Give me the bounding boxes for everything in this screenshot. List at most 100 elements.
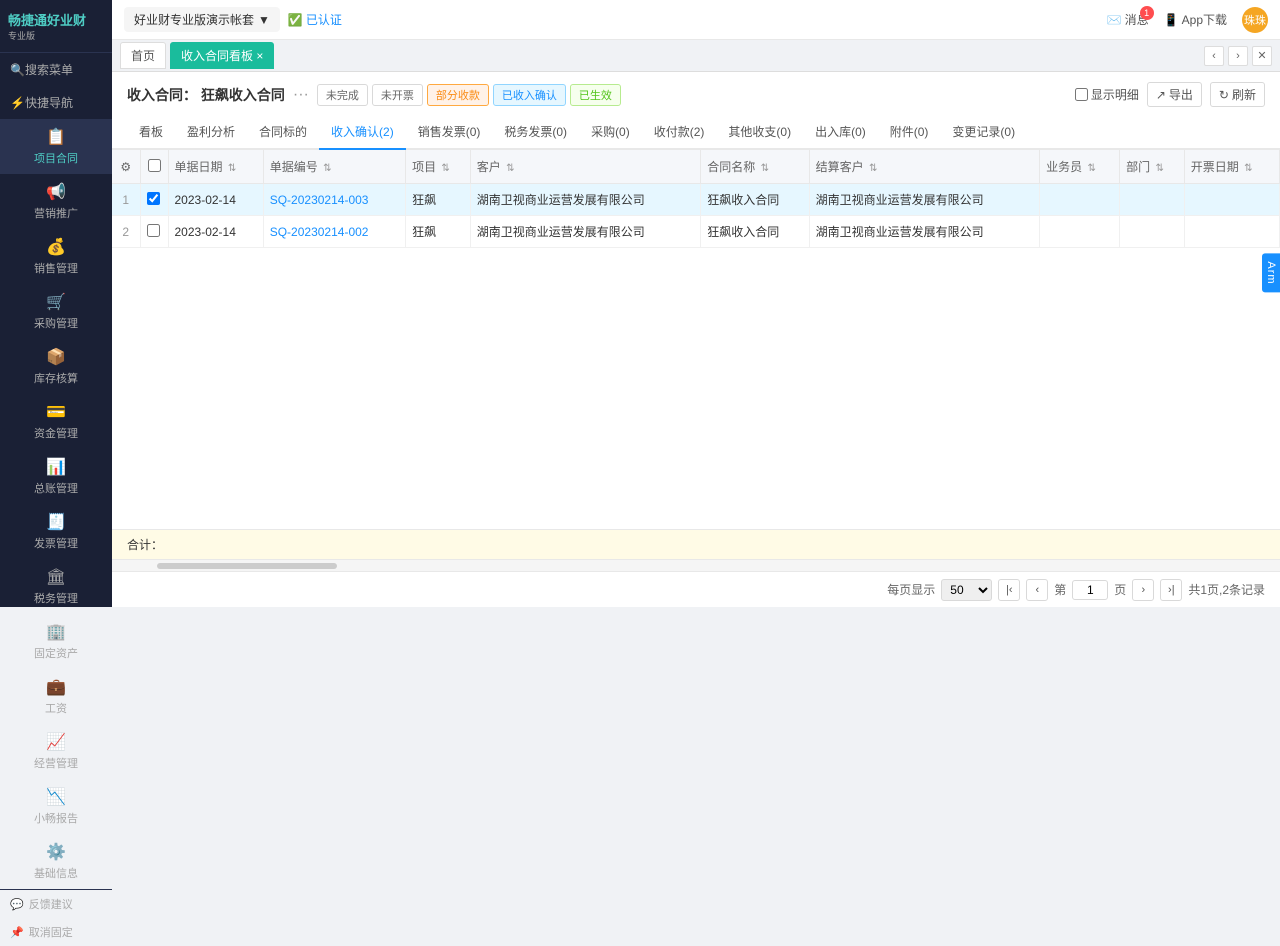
status-effective[interactable]: 已生效 <box>570 84 621 106</box>
row-project-1: 狂飙 <box>406 184 471 216</box>
sub-tab-tax-invoice[interactable]: 税务发票(0) <box>492 115 579 150</box>
company-selector[interactable]: 好业财专业版演示帐套 ▼ <box>124 7 280 32</box>
sidebar-item-marketing[interactable]: 📢 营销推广 <box>0 174 112 229</box>
th-customer: 客户 ⇅ <box>470 150 701 184</box>
sidebar-item-management[interactable]: 📈 经营管理 <box>0 724 112 779</box>
row-dept-1 <box>1120 184 1185 216</box>
th-project: 项目 ⇅ <box>406 150 471 184</box>
table-row[interactable]: 1 2023-02-14 SQ-20230214-003 狂飙 湖南卫视商业运营… <box>112 184 1280 216</box>
right-float-button[interactable]: Arm <box>1262 254 1280 293</box>
bill-no-link-2[interactable]: SQ-20230214-002 <box>270 225 369 239</box>
sub-tab-subject[interactable]: 合同标的 <box>247 115 319 150</box>
tab-close-btn[interactable]: ✕ <box>1252 46 1272 66</box>
refresh-icon: ↻ <box>1219 88 1229 102</box>
pagination: 每页显示 50 100 200 |‹ ‹ 第 1 页 › ›| 共1页,2条记录 <box>112 571 1280 607</box>
logo-sub: 专业版 <box>8 29 86 42</box>
sort-salesperson-icon[interactable]: ⇅ <box>1088 163 1096 174</box>
sidebar-item-tax[interactable]: 🏛 税务管理 <box>0 559 112 614</box>
sub-tab-attachment[interactable]: 附件(0) <box>878 115 941 150</box>
content-area: 收入合同： 狂飙收入合同 ··· 未完成 未开票 部分收款 已收入确认 已生效 … <box>112 72 1280 607</box>
project-contract-icon: 📋 <box>46 127 66 147</box>
sidebar-item-inventory[interactable]: 📦 库存核算 <box>0 339 112 394</box>
sidebar-item-report[interactable]: 📉 小畅报告 <box>0 779 112 834</box>
row-settlement-1: 湖南卫视商业运营发展有限公司 <box>809 184 1040 216</box>
bill-no-link-1[interactable]: SQ-20230214-003 <box>270 193 369 207</box>
sort-dept-icon[interactable]: ⇅ <box>1155 163 1163 174</box>
sub-tab-warehouse[interactable]: 出入库(0) <box>803 115 878 150</box>
sub-tab-change-log[interactable]: 变更记录(0) <box>940 115 1027 150</box>
export-btn[interactable]: ↗ 导出 <box>1147 82 1202 107</box>
message-icon: ✉️ <box>1107 13 1122 27</box>
show-detail-checkbox[interactable] <box>1075 88 1088 101</box>
prev-page-btn[interactable]: ‹ <box>1026 579 1048 601</box>
message-btn[interactable]: ✉️ 消息 1 <box>1107 11 1149 28</box>
sidebar-item-purchase[interactable]: 🛒 采购管理 <box>0 284 112 339</box>
sub-tab-profit[interactable]: 盈利分析 <box>175 115 247 150</box>
sidebar-quick-nav[interactable]: ⚡ 快捷导航 <box>0 86 112 119</box>
sub-tab-sales-invoice[interactable]: 销售发票(0) <box>406 115 493 150</box>
sidebar-item-basic-info[interactable]: ⚙️ 基础信息 <box>0 834 112 889</box>
sidebar-unpin[interactable]: 📌 取消固定 <box>0 918 112 946</box>
row-checkbox-2[interactable] <box>147 224 160 237</box>
status-partial-payment[interactable]: 部分收款 <box>427 84 489 106</box>
current-page-input[interactable]: 1 <box>1072 580 1108 600</box>
sidebar-item-sales[interactable]: 💰 销售管理 <box>0 229 112 284</box>
refresh-btn[interactable]: ↻ 刷新 <box>1210 82 1265 107</box>
first-page-btn[interactable]: |‹ <box>998 579 1020 601</box>
sidebar-item-payroll[interactable]: 💼 工资 <box>0 669 112 724</box>
horizontal-scrollbar[interactable] <box>157 563 337 569</box>
sub-tab-other[interactable]: 其他收支(0) <box>716 115 803 150</box>
show-detail-checkbox-label[interactable]: 显示明细 <box>1075 86 1139 103</box>
sub-tab-purchase[interactable]: 采购(0) <box>579 115 642 150</box>
sidebar-item-fixed-assets[interactable]: 🏢 固定资产 <box>0 614 112 669</box>
main-content: 好业财专业版演示帐套 ▼ ✅ 已认证 ✉️ 消息 1 📱 App下载 珠珠 <box>112 0 1280 607</box>
page-title-area: 收入合同： 狂飙收入合同 ··· 未完成 未开票 部分收款 已收入确认 已生效 <box>127 84 621 106</box>
sidebar-feedback[interactable]: 💬 反馈建议 <box>0 890 112 918</box>
sub-tab-dashboard[interactable]: 看板 <box>127 115 175 150</box>
row-checkbox-1[interactable] <box>147 192 160 205</box>
tab-next-btn[interactable]: › <box>1228 46 1248 66</box>
status-uninvoiced[interactable]: 未开票 <box>372 84 423 106</box>
th-salesperson: 业务员 ⇅ <box>1040 150 1120 184</box>
page-label: 第 <box>1054 581 1066 598</box>
sort-billno-icon[interactable]: ⇅ <box>323 163 331 174</box>
phone-icon: 📱 <box>1164 13 1179 27</box>
sub-tab-payment[interactable]: 收付款(2) <box>642 115 717 150</box>
app-download-btn[interactable]: 📱 App下载 <box>1164 11 1227 28</box>
th-date: 单据日期 ⇅ <box>168 150 263 184</box>
sidebar-search[interactable]: 🔍 搜索菜单 <box>0 53 112 86</box>
row-billno-2: SQ-20230214-002 <box>263 216 405 248</box>
message-badge: 1 <box>1140 6 1154 20</box>
sort-project-icon[interactable]: ⇅ <box>441 163 449 174</box>
table-row[interactable]: 2 2023-02-14 SQ-20230214-002 狂飙 湖南卫视商业运营… <box>112 216 1280 248</box>
tab-home[interactable]: 首页 <box>120 42 166 69</box>
more-options-btn[interactable]: ··· <box>293 86 309 104</box>
sort-date-icon[interactable]: ⇅ <box>228 163 236 174</box>
scroll-bar-area[interactable] <box>112 559 1280 571</box>
status-confirmed[interactable]: 已收入确认 <box>493 84 566 106</box>
payroll-icon: 💼 <box>46 677 66 697</box>
sidebar-item-funds[interactable]: 💳 资金管理 <box>0 394 112 449</box>
sort-settlement-icon[interactable]: ⇅ <box>869 163 877 174</box>
column-settings-icon[interactable]: ⚙ <box>120 160 131 174</box>
select-all-checkbox[interactable] <box>148 159 161 172</box>
tab-prev-btn[interactable]: ‹ <box>1204 46 1224 66</box>
sub-tab-income-confirm[interactable]: 收入确认(2) <box>319 115 406 150</box>
sort-contract-icon[interactable]: ⇅ <box>761 163 769 174</box>
row-check-1[interactable] <box>140 184 168 216</box>
sidebar-item-project-contract[interactable]: 📋 项目合同 <box>0 119 112 174</box>
row-dept-2 <box>1120 216 1185 248</box>
tab-income-contract[interactable]: 收入合同看板 × <box>170 42 274 69</box>
sort-customer-icon[interactable]: ⇅ <box>506 163 514 174</box>
per-page-select[interactable]: 50 100 200 <box>941 579 992 601</box>
sidebar-item-ledger[interactable]: 📊 总账管理 <box>0 449 112 504</box>
last-page-btn[interactable]: ›| <box>1160 579 1182 601</box>
total-info: 共1页,2条记录 <box>1188 581 1265 598</box>
next-page-btn[interactable]: › <box>1132 579 1154 601</box>
status-incomplete[interactable]: 未完成 <box>317 84 368 106</box>
th-invoice-date: 开票日期 ⇅ <box>1184 150 1279 184</box>
sort-invoicedate-icon[interactable]: ⇅ <box>1244 163 1252 174</box>
sidebar-item-invoice[interactable]: 🧾 发票管理 <box>0 504 112 559</box>
user-menu[interactable]: 珠珠 <box>1242 7 1268 33</box>
row-check-2[interactable] <box>140 216 168 248</box>
